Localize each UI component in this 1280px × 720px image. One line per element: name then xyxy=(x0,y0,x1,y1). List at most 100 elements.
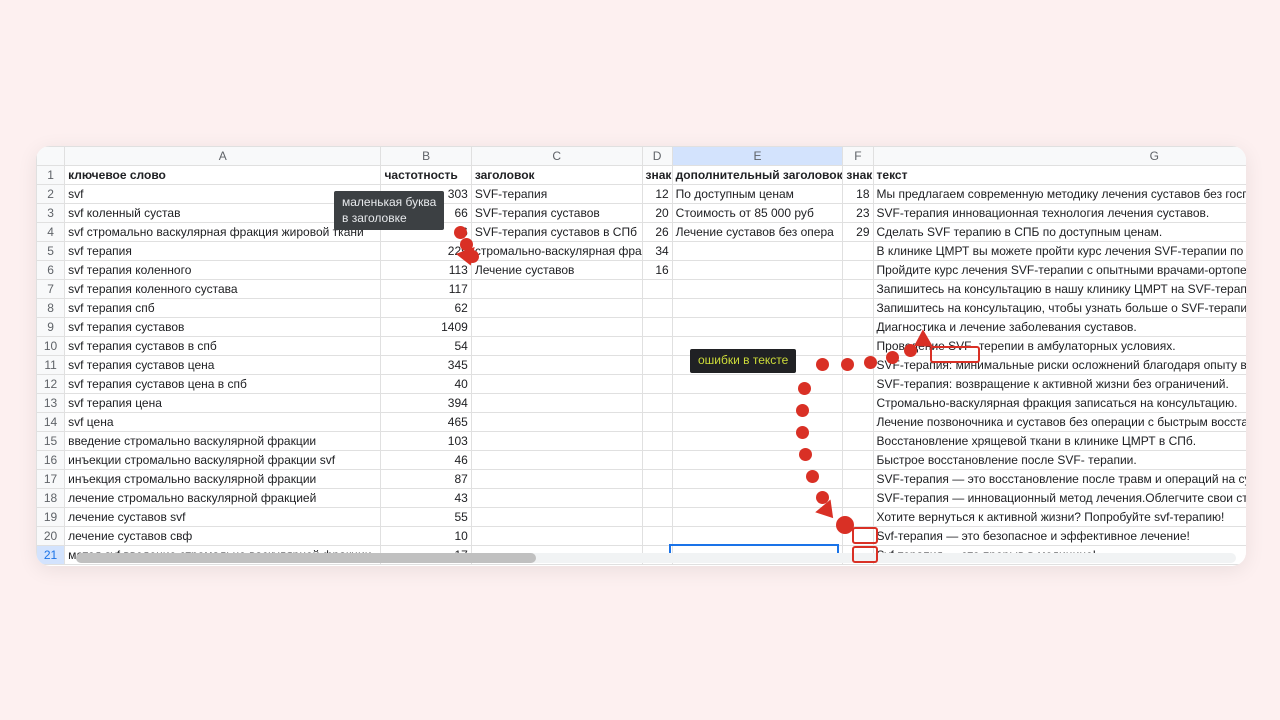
cell[interactable] xyxy=(471,413,642,432)
horizontal-scrollbar[interactable] xyxy=(76,553,1236,563)
cell[interactable] xyxy=(672,432,843,451)
cell[interactable]: 40 xyxy=(381,375,471,394)
cell[interactable]: 29 xyxy=(843,223,873,242)
cell[interactable]: 43 xyxy=(381,489,471,508)
spreadsheet-grid[interactable]: A B C D E F G 1ключевое словочастотность… xyxy=(36,146,1246,566)
col-header-G[interactable]: G xyxy=(873,147,1246,166)
cell[interactable]: 46 xyxy=(381,451,471,470)
cell[interactable]: Стоимость от 85 000 руб xyxy=(672,204,843,223)
cell[interactable] xyxy=(672,451,843,470)
cell[interactable] xyxy=(642,280,672,299)
scrollbar-thumb[interactable] xyxy=(76,553,536,563)
cell[interactable]: 10 xyxy=(381,527,471,546)
cell[interactable] xyxy=(672,394,843,413)
cell[interactable]: инъекции стромально васкулярной фракции … xyxy=(65,451,381,470)
row-header[interactable]: 11 xyxy=(37,356,65,375)
cell[interactable]: Быстрое восстановление после SVF- терапи… xyxy=(873,451,1246,470)
cell[interactable] xyxy=(471,356,642,375)
cell[interactable]: svf терапия суставов цена в спб xyxy=(65,375,381,394)
cell[interactable]: 20 xyxy=(642,204,672,223)
cell[interactable] xyxy=(471,432,642,451)
cell[interactable]: svf терапия цена xyxy=(65,394,381,413)
cell[interactable]: 117 xyxy=(381,280,471,299)
cell[interactable] xyxy=(471,375,642,394)
cell[interactable] xyxy=(642,299,672,318)
cell[interactable] xyxy=(672,318,843,337)
cell[interactable]: Стромально-васкулярная фракция записатьс… xyxy=(873,394,1246,413)
cell[interactable]: По доступным ценам xyxy=(672,185,843,204)
cell[interactable]: лечение суставов свф xyxy=(65,527,381,546)
cell[interactable] xyxy=(672,299,843,318)
cell[interactable] xyxy=(471,299,642,318)
col-header-D[interactable]: D xyxy=(642,147,672,166)
row-header[interactable]: 21 xyxy=(37,546,65,565)
cell[interactable]: SVF-терапия суставов xyxy=(471,204,642,223)
row-header[interactable]: 15 xyxy=(37,432,65,451)
header-cell[interactable]: заголовок xyxy=(471,166,642,185)
cell[interactable] xyxy=(843,280,873,299)
cell[interactable]: 113 xyxy=(381,261,471,280)
cell[interactable] xyxy=(642,489,672,508)
cell[interactable]: Мы предлагаем современную методику лечен… xyxy=(873,185,1246,204)
cell[interactable]: 103 xyxy=(381,432,471,451)
cell[interactable] xyxy=(471,508,642,527)
cell[interactable] xyxy=(843,394,873,413)
cell[interactable] xyxy=(642,508,672,527)
header-cell[interactable]: частотность xyxy=(381,166,471,185)
cell[interactable]: svf терапия спб xyxy=(65,299,381,318)
cell[interactable]: Сделать SVF терапию в СПБ по доступным ц… xyxy=(873,223,1246,242)
cell[interactable]: Лечение суставов xyxy=(471,261,642,280)
cell[interactable] xyxy=(843,432,873,451)
cell[interactable] xyxy=(843,299,873,318)
row-header[interactable]: 4 xyxy=(37,223,65,242)
cell[interactable] xyxy=(471,318,642,337)
cell[interactable] xyxy=(672,280,843,299)
cell[interactable]: введение стромально васкулярной фракции xyxy=(65,432,381,451)
col-header-F[interactable]: F xyxy=(843,147,873,166)
cell[interactable] xyxy=(471,527,642,546)
cell[interactable] xyxy=(843,318,873,337)
cell[interactable]: 12 xyxy=(642,185,672,204)
col-header-E[interactable]: E xyxy=(672,147,843,166)
cell[interactable] xyxy=(642,432,672,451)
cell[interactable] xyxy=(642,394,672,413)
cell[interactable]: Хотите вернуться к активной жизни? Попро… xyxy=(873,508,1246,527)
cell[interactable] xyxy=(843,375,873,394)
cell[interactable]: Восстановление хрящевой ткани в клинике … xyxy=(873,432,1246,451)
cell[interactable] xyxy=(471,394,642,413)
cell[interactable] xyxy=(642,527,672,546)
row-header[interactable]: 9 xyxy=(37,318,65,337)
row-header[interactable]: 8 xyxy=(37,299,65,318)
cell[interactable] xyxy=(843,451,873,470)
row-header[interactable]: 5 xyxy=(37,242,65,261)
cell[interactable]: 16 xyxy=(642,261,672,280)
cell[interactable] xyxy=(672,413,843,432)
cell[interactable]: svf терапия суставов в спб xyxy=(65,337,381,356)
header-cell[interactable]: ключевое слово xyxy=(65,166,381,185)
cell[interactable]: Запишитесь на консультацию, чтобы узнать… xyxy=(873,299,1246,318)
cell[interactable]: 55 xyxy=(381,508,471,527)
cell[interactable]: svf терапия коленного сустава xyxy=(65,280,381,299)
corner-cell[interactable] xyxy=(37,147,65,166)
cell[interactable]: SVF-терапия — это восстановление после т… xyxy=(873,470,1246,489)
cell[interactable]: Лечение суставов без опера xyxy=(672,223,843,242)
row-header[interactable]: 6 xyxy=(37,261,65,280)
row-header[interactable]: 18 xyxy=(37,489,65,508)
cell[interactable] xyxy=(642,318,672,337)
header-cell[interactable]: знаки xyxy=(642,166,672,185)
cell[interactable]: В клинике ЦМРТ вы можете пройти курс леч… xyxy=(873,242,1246,261)
cell[interactable]: 1409 xyxy=(381,318,471,337)
cell[interactable] xyxy=(642,356,672,375)
cell[interactable]: 87 xyxy=(381,470,471,489)
row-header[interactable]: 19 xyxy=(37,508,65,527)
cell[interactable]: Диагностика и лечение заболевания сустав… xyxy=(873,318,1246,337)
cell[interactable]: 54 xyxy=(381,337,471,356)
cell[interactable]: Запишитесь на консультацию в нашу клиник… xyxy=(873,280,1246,299)
header-cell[interactable]: дополнительный заголовок xyxy=(672,166,843,185)
cell[interactable]: инъекция стромально васкулярной фракции xyxy=(65,470,381,489)
cell[interactable]: 394 xyxy=(381,394,471,413)
cell[interactable]: 62 xyxy=(381,299,471,318)
cell[interactable]: svf терапия суставов xyxy=(65,318,381,337)
cell[interactable] xyxy=(843,337,873,356)
cell[interactable] xyxy=(642,470,672,489)
